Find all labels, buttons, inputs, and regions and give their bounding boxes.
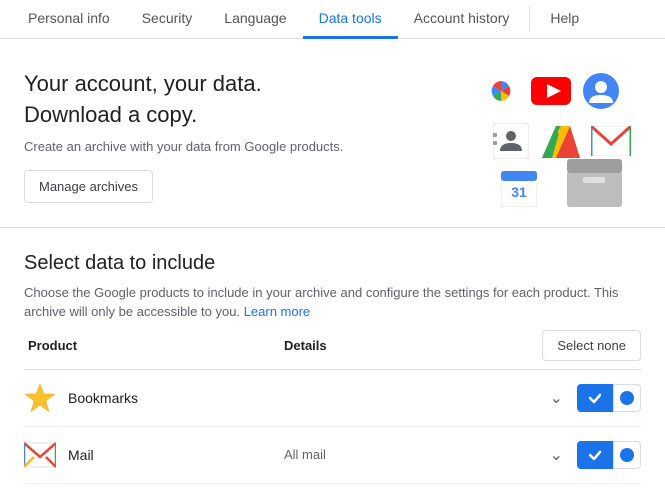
bookmarks-toggle-slider[interactable] [613,384,641,412]
mail-toggle-slider[interactable] [613,441,641,469]
nav-divider [529,7,530,31]
bookmarks-toggle-cell: ⌄ [521,384,641,412]
hero-description: Create an archive with your data from Go… [24,139,343,154]
svg-text:31: 31 [511,184,527,200]
google-calendar-icon: 31 [501,171,537,207]
google-photos-icon [481,71,521,111]
mail-toggle-check[interactable] [577,441,613,469]
hero-section: Your account, your data. Download a copy… [0,39,665,228]
manage-archives-button[interactable]: Manage archives [24,170,153,203]
hero-title: Your account, your data. Download a copy… [24,69,343,131]
checkmark-icon [587,447,603,463]
mail-toggle-dot [620,448,634,462]
product-mail-cell: Mail [24,439,284,471]
select-none-button[interactable]: Select none [542,330,641,361]
gmail-icon [591,121,631,161]
mail-toggle[interactable] [577,441,641,469]
table-row: Bookmarks ⌄ [24,370,641,427]
product-icons-cluster: 31 [481,71,641,201]
nav-tabs: Personal info Security Language Data too… [0,0,665,39]
tab-language[interactable]: Language [208,0,302,39]
tab-personal-info[interactable]: Personal info [12,0,126,39]
mail-details: All mail [284,447,521,462]
select-data-section: Select data to include Choose the Google… [0,228,665,484]
google-account-icon [581,71,621,111]
select-data-description: Choose the Google products to include in… [24,283,641,322]
bookmarks-chevron[interactable]: ⌄ [550,388,563,408]
google-drive-icon [541,121,581,161]
bookmarks-icon [24,382,56,414]
table-row: Mail All mail ⌄ [24,427,641,484]
table-header: Product Details Select none [24,322,641,370]
column-details-header: Details [284,338,521,353]
bookmarks-toggle-check[interactable] [577,384,613,412]
select-data-title: Select data to include [24,252,641,275]
product-bookmarks-cell: Bookmarks [24,382,284,414]
hero-text: Your account, your data. Download a copy… [24,69,343,203]
learn-more-link[interactable]: Learn more [244,304,310,319]
mail-icon [24,439,56,471]
column-action-header: Select none [521,330,641,361]
tab-security[interactable]: Security [126,0,209,39]
mail-label: Mail [68,447,94,463]
contacts-icon [491,121,531,161]
column-product-header: Product [24,338,284,353]
tab-data-tools[interactable]: Data tools [303,0,398,39]
tab-help[interactable]: Help [534,0,595,39]
bookmarks-toggle-dot [620,391,634,405]
youtube-icon [531,71,571,111]
mail-chevron[interactable]: ⌄ [550,445,563,465]
mail-toggle-cell: ⌄ [521,441,641,469]
archive-box-icon [567,159,622,207]
bookmarks-toggle[interactable] [577,384,641,412]
checkmark-icon [587,390,603,406]
bookmarks-label: Bookmarks [68,390,138,406]
tab-account-history[interactable]: Account history [398,0,526,39]
